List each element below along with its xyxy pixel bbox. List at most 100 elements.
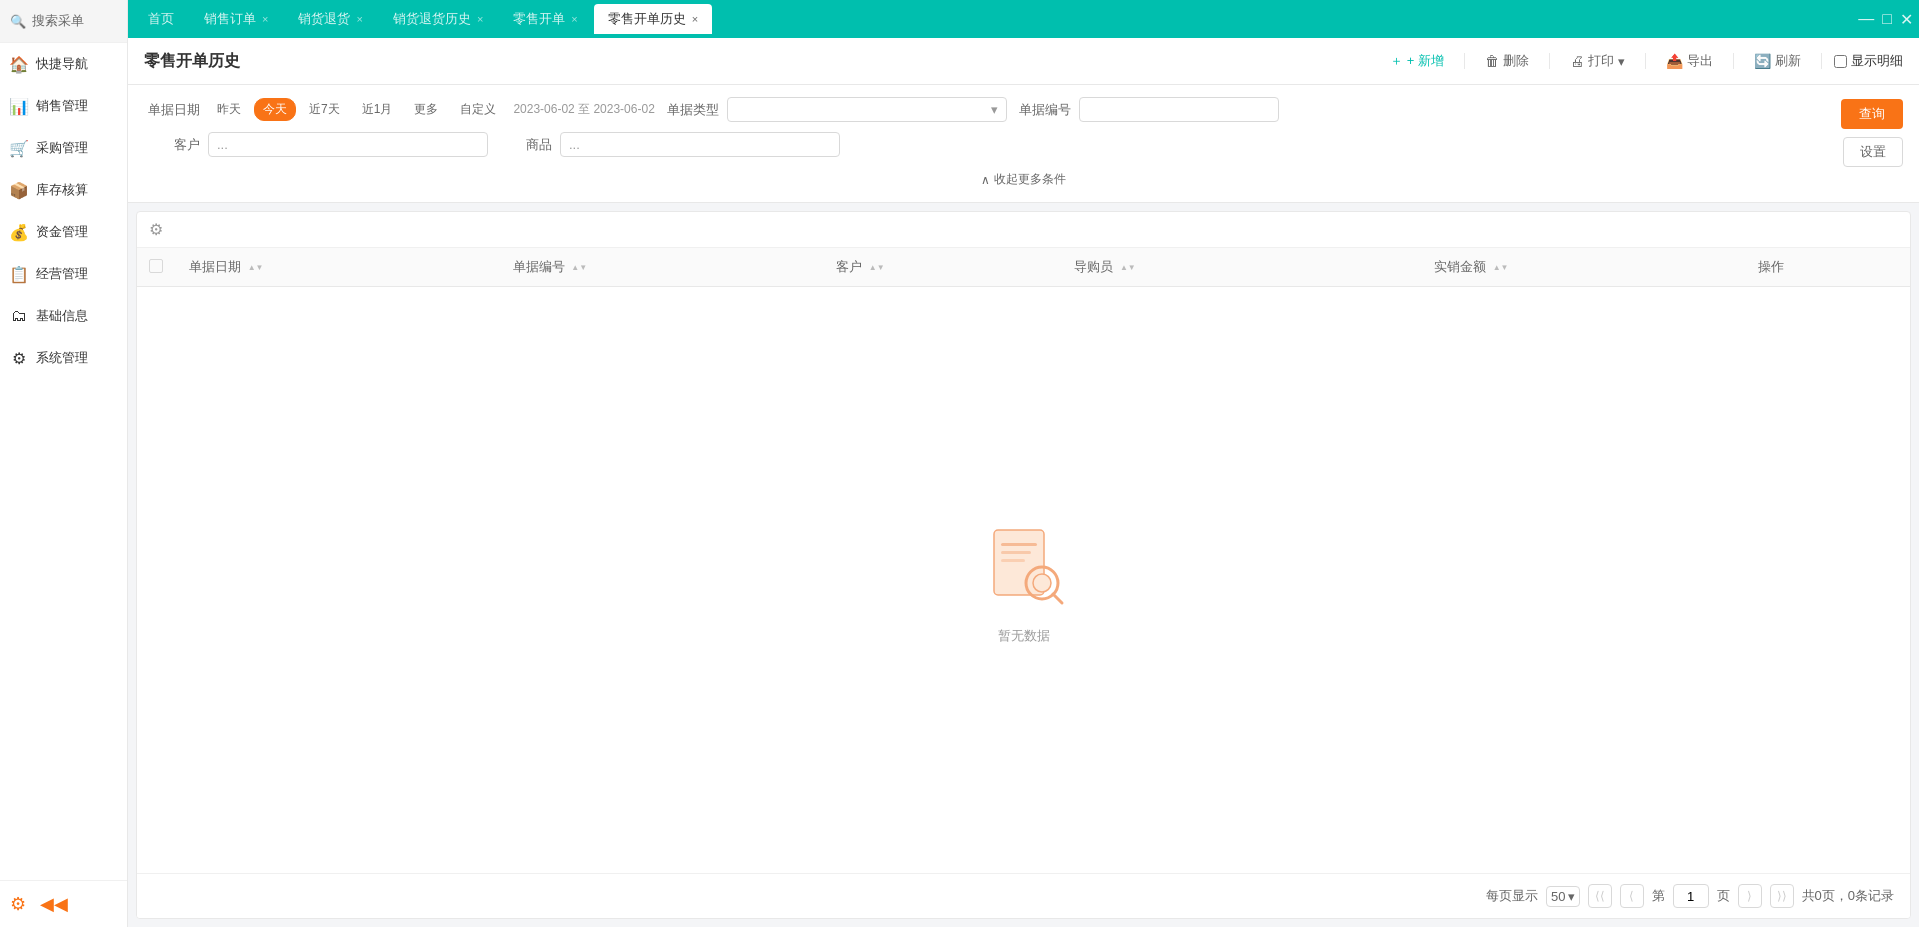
display-detail-label: 显示明细 (1851, 52, 1903, 70)
svg-point-5 (1033, 574, 1051, 592)
sidebar-item-label: 系统管理 (36, 349, 88, 367)
tab-sales-order[interactable]: 销售订单 × (190, 4, 282, 34)
collapse-sidebar-icon[interactable]: ◀◀ (40, 893, 68, 915)
th-date-label: 单据日期 (189, 259, 241, 274)
tab-retail-open-history-close[interactable]: × (692, 13, 698, 25)
per-page-select[interactable]: 50 ▾ (1546, 886, 1579, 907)
date-range-text: 2023-06-02 至 2023-06-02 (513, 101, 654, 118)
divider1 (1464, 53, 1465, 69)
page-title: 零售开单历史 (144, 51, 240, 72)
refresh-button[interactable]: 🔄 刷新 (1746, 48, 1809, 74)
divider3 (1645, 53, 1646, 69)
tab-retail-open-history[interactable]: 零售开单历史 × (594, 4, 712, 34)
tab-sales-return-history-close[interactable]: × (477, 13, 483, 25)
select-all-checkbox[interactable] (149, 259, 163, 273)
print-dropdown-icon[interactable]: ▾ (1618, 54, 1625, 69)
divider5 (1821, 53, 1822, 69)
tab-sales-return-history[interactable]: 销货退货历史 × (379, 4, 497, 34)
tab-home[interactable]: 首页 (134, 4, 188, 34)
data-table: 单据日期 ▲▼ 单据编号 ▲▼ 客户 ▲▼ 导购员 (137, 248, 1910, 287)
sidebar-item-purchase-mgmt[interactable]: 🛒 采购管理 (0, 127, 127, 169)
print-button[interactable]: 🖨 打印 ▾ (1562, 48, 1633, 74)
sidebar-item-base-info[interactable]: 🗂 基础信息 (0, 295, 127, 337)
page-number-input[interactable] (1673, 884, 1709, 908)
tab-sales-return-close[interactable]: × (356, 13, 362, 25)
page-last-btn[interactable]: ⟩⟩ (1770, 884, 1794, 908)
page-actions: ＋ + 新增 🗑 删除 🖨 打印 ▾ 📤 导出 (1382, 48, 1903, 74)
sidebar-item-quick-nav[interactable]: 🏠 快捷导航 (0, 43, 127, 85)
svg-rect-3 (1001, 559, 1025, 562)
sort-amount-icon[interactable]: ▲▼ (1493, 263, 1509, 272)
filter-row-2: 客户 ... 商品 ... (144, 132, 1825, 157)
settings-button[interactable]: 设置 (1843, 137, 1903, 167)
table-settings-icon[interactable]: ⚙ (149, 220, 163, 239)
empty-text: 暂无数据 (998, 627, 1050, 645)
sidebar-item-sales-mgmt[interactable]: 📊 销售管理 (0, 85, 127, 127)
doc-no-label: 单据编号 (1015, 101, 1071, 119)
sidebar-item-sys-mgmt[interactable]: ⚙ 系统管理 (0, 337, 127, 379)
customer-label: 客户 (144, 136, 200, 154)
page-prev-btn[interactable]: ⟨ (1620, 884, 1644, 908)
date-shortcuts: 昨天 今天 近7天 近1月 更多 自定义 2023-06-02 至 2023-0… (208, 98, 655, 121)
date-filter-label: 单据日期 (144, 101, 200, 119)
sidebar-bottom: ⚙ ◀◀ (0, 880, 127, 927)
th-amount-label: 实销金额 (1434, 259, 1486, 274)
customer-ellipsis: ... (217, 137, 228, 152)
th-date: 单据日期 ▲▼ (177, 248, 501, 287)
sidebar-search[interactable]: 🔍 搜索采单 (0, 0, 127, 43)
th-guide: 导购员 ▲▼ (1062, 248, 1343, 287)
page-suffix: 页 (1717, 887, 1730, 905)
doc-no-input[interactable] (1079, 97, 1279, 122)
pagination: 每页显示 50 ▾ ⟨⟨ ⟨ 第 页 ⟩ ⟩⟩ 共0页，0条记录 (137, 873, 1910, 918)
window-maximize-icon[interactable]: □ (1882, 10, 1892, 28)
date-btn-yesterday[interactable]: 昨天 (208, 98, 250, 121)
th-amount: 实销金额 ▲▼ (1422, 248, 1746, 287)
th-no: 单据编号 ▲▼ (501, 248, 825, 287)
add-button[interactable]: ＋ + 新增 (1382, 48, 1452, 74)
sidebar-item-label: 资金管理 (36, 223, 88, 241)
product-ellipsis: ... (569, 137, 580, 152)
tab-sales-order-label: 销售订单 (204, 10, 256, 28)
page-first-btn[interactable]: ⟨⟨ (1588, 884, 1612, 908)
sidebar: 🔍 搜索采单 🏠 快捷导航 📊 销售管理 🛒 采购管理 📦 库存核算 💰 资金管… (0, 0, 128, 927)
customer-input[interactable]: ... (208, 132, 488, 157)
sidebar-item-inventory[interactable]: 📦 库存核算 (0, 169, 127, 211)
sidebar-item-label: 经营管理 (36, 265, 88, 283)
date-btn-today[interactable]: 今天 (254, 98, 296, 121)
date-btn-more[interactable]: 更多 (405, 98, 447, 121)
date-btn-7days[interactable]: 近7天 (300, 98, 349, 121)
window-close-icon[interactable]: ✕ (1900, 10, 1913, 29)
sidebar-item-label: 基础信息 (36, 307, 88, 325)
per-page-value: 50 (1551, 889, 1565, 904)
doc-type-dropdown-icon: ▾ (991, 102, 998, 117)
tab-retail-open-close[interactable]: × (571, 13, 577, 25)
filter-area: 单据日期 昨天 今天 近7天 近1月 更多 自定义 2023-06-02 至 2… (128, 85, 1919, 203)
sidebar-item-business[interactable]: 📋 经营管理 (0, 253, 127, 295)
product-input[interactable]: ... (560, 132, 840, 157)
collapse-row[interactable]: ∧ 收起更多条件 (144, 167, 1903, 196)
delete-label: 删除 (1503, 52, 1529, 70)
date-btn-1month[interactable]: 近1月 (353, 98, 402, 121)
window-minimize-icon[interactable]: — (1858, 10, 1874, 28)
delete-button[interactable]: 🗑 删除 (1477, 48, 1537, 74)
sort-customer-icon[interactable]: ▲▼ (869, 263, 885, 272)
bottom-gear-icon[interactable]: ⚙ (10, 893, 26, 915)
tab-retail-open[interactable]: 零售开单 × (499, 4, 591, 34)
tab-sales-return[interactable]: 销货退货 × (284, 4, 376, 34)
print-label: 打印 (1588, 52, 1614, 70)
tab-retail-open-history-label: 零售开单历史 (608, 10, 686, 28)
table-toolbar: ⚙ (137, 212, 1910, 248)
doc-type-select[interactable]: ▾ (727, 97, 1007, 122)
sort-date-icon[interactable]: ▲▼ (248, 263, 264, 272)
page-next-btn[interactable]: ⟩ (1738, 884, 1762, 908)
date-btn-custom[interactable]: 自定义 (451, 98, 505, 121)
export-button[interactable]: 📤 导出 (1658, 48, 1721, 74)
query-button[interactable]: 查询 (1841, 99, 1903, 129)
sort-no-icon[interactable]: ▲▼ (571, 263, 587, 272)
sidebar-item-finance[interactable]: 💰 资金管理 (0, 211, 127, 253)
tab-sales-order-close[interactable]: × (262, 13, 268, 25)
display-detail-checkbox[interactable] (1834, 55, 1847, 68)
sort-guide-icon[interactable]: ▲▼ (1120, 263, 1136, 272)
tab-retail-open-label: 零售开单 (513, 10, 565, 28)
page-header: 零售开单历史 ＋ + 新增 🗑 删除 🖨 打印 ▾ (128, 38, 1919, 85)
